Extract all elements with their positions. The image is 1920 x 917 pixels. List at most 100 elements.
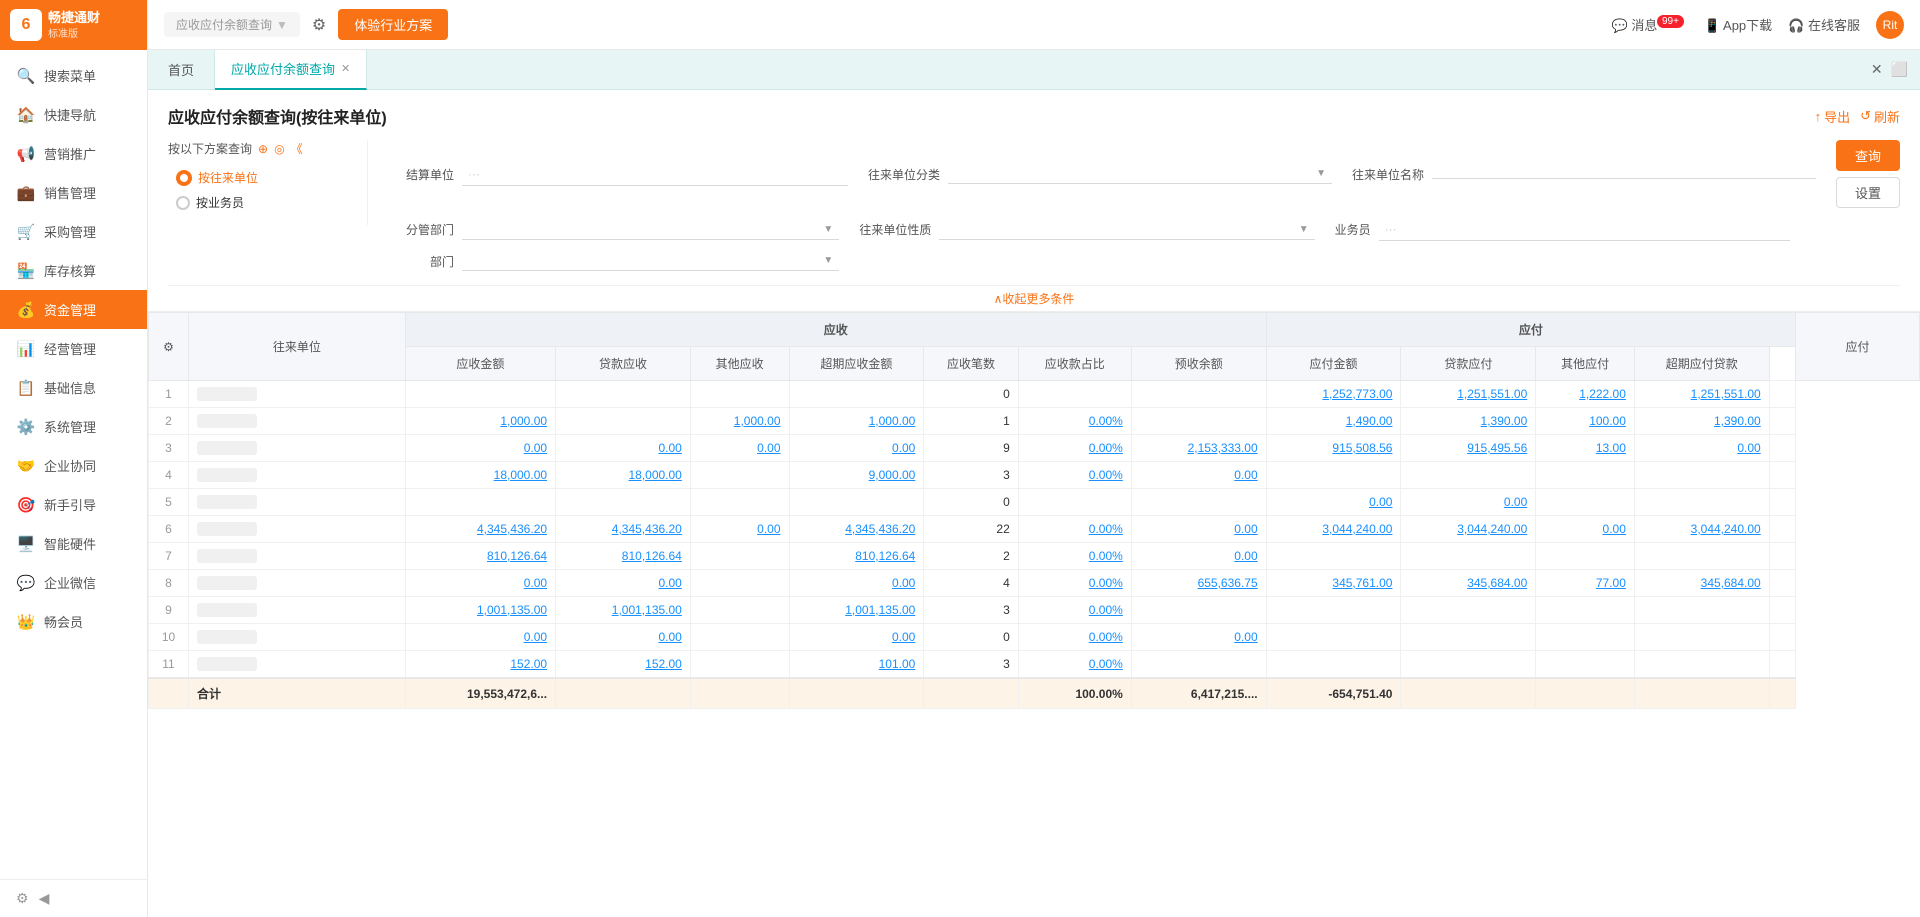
operations-icon: 📊 bbox=[16, 340, 36, 358]
sidebar-menu: 🔍搜索菜单 🏠 快捷导航 📢 营销推广 💼销售管理 🛒 采购管理 🏪库存核算💰资金管理 📊 经营管理… bbox=[0, 50, 147, 879]
sidebar-bottom: ⚙ ◀ bbox=[0, 879, 147, 917]
col-settings[interactable]: ⚙ bbox=[149, 313, 189, 381]
search-menu-icon: 🔍 bbox=[16, 67, 36, 85]
table-container: ⚙ 往来单位 应收 应付 应付 应收金额 贷款应收 其他应收 超期应收金额 应收… bbox=[148, 312, 1920, 917]
solution-button[interactable]: 体验行业方案 bbox=[338, 9, 448, 40]
purchase-icon: 🛒 bbox=[16, 223, 36, 241]
wechat-icon: 💬 bbox=[16, 574, 36, 592]
online-service[interactable]: 🎧 在线客服 bbox=[1788, 15, 1860, 34]
messages-section[interactable]: 💬 消息 99+ bbox=[1612, 15, 1688, 34]
app-download[interactable]: 📱 App下载 bbox=[1704, 15, 1772, 34]
breadcrumb-text: 应收应付余额查询 bbox=[176, 16, 272, 33]
col-ar-ratio: 应收款占比 bbox=[1018, 347, 1131, 381]
tab-close-icon[interactable]: ✕ bbox=[341, 62, 350, 75]
sidebar-item-sales[interactable]: 💼销售管理 bbox=[0, 173, 147, 212]
sidebar-label-guide: 新手引导 bbox=[44, 495, 96, 514]
salesperson-option-icon bbox=[176, 196, 190, 210]
sidebar-label-purchase: 采购管理 bbox=[44, 222, 96, 241]
sidebar-label-marketing: 营销推广 bbox=[44, 144, 96, 163]
query-option-salesperson[interactable]: 按业务员 bbox=[168, 190, 355, 215]
sidebar-item-wechat[interactable]: 💬 企业微信 bbox=[0, 563, 147, 602]
filter-input-ywy[interactable]: ··· bbox=[1379, 218, 1790, 241]
filter-input-bm[interactable]: ▼ bbox=[462, 251, 839, 271]
page-title-row: 应收应付余额查询(按往来单位) ↑ 导出 ↺ 刷新 bbox=[168, 104, 1900, 128]
sidebar-label-member: 畅会员 bbox=[44, 612, 83, 631]
table-row: 2XXXXX1,000.001,000.001,000.0010.00%1,49… bbox=[149, 408, 1920, 435]
sidebar-item-search-menu[interactable]: 🔍搜索菜单 bbox=[0, 56, 147, 95]
col-group-ar: 应收 bbox=[405, 313, 1266, 347]
sidebar-item-basic-info[interactable]: 📋基础信息 bbox=[0, 368, 147, 407]
sidebar-label-operations: 经营管理 bbox=[44, 339, 96, 358]
tabbar: 首页 应收应付余额查询 ✕ ✕ ⬜ bbox=[148, 50, 1920, 90]
filter-input-lwdwmc[interactable] bbox=[1432, 170, 1816, 179]
tab-expand-icon[interactable]: ⬜ bbox=[1891, 61, 1908, 78]
system-icon: ⚙️ bbox=[16, 418, 36, 436]
filter-label-jsdw: 结算单位 bbox=[384, 166, 454, 183]
add-condition-icon[interactable]: ⊕ bbox=[258, 142, 268, 156]
footer-row: 合计 19,553,472,6... 100.00% 6,417,215....… bbox=[149, 678, 1920, 709]
filter-label-lwdwxz: 往来单位性质 bbox=[859, 221, 931, 238]
sidebar-label-quick-nav: 快捷导航 bbox=[44, 105, 96, 124]
tab-ar-ap[interactable]: 应收应付余额查询 ✕ bbox=[215, 50, 367, 90]
sidebar-label-warehouse: 库存核算 bbox=[44, 261, 96, 280]
member-icon: 👑 bbox=[16, 613, 36, 631]
tabbar-controls: ✕ ⬜ bbox=[1871, 61, 1920, 78]
filter-input-lwdwfl[interactable]: ▼ bbox=[948, 164, 1332, 184]
user-avatar[interactable]: Rit bbox=[1876, 11, 1904, 39]
sidebar-item-quick-nav[interactable]: 🏠 快捷导航 bbox=[0, 95, 147, 134]
col-ap-overdue: 超期应付贷款 bbox=[1634, 347, 1769, 381]
sidebar-item-hardware[interactable]: 🖥️智能硬件 bbox=[0, 524, 147, 563]
table-row: 1XXXXX01,252,773.001,251,551.001,222.001… bbox=[149, 381, 1920, 408]
collapse-bar[interactable]: ∧ 收起更多条件 bbox=[168, 285, 1900, 311]
collapse-icon[interactable]: ◀ bbox=[39, 890, 50, 907]
sidebar-item-collab[interactable]: 🤝企业协同 bbox=[0, 446, 147, 485]
messages-badge: 99+ bbox=[1657, 15, 1684, 28]
breadcrumb-arrow: ▼ bbox=[276, 18, 288, 32]
sidebar-item-system[interactable]: ⚙️ 系统管理 bbox=[0, 407, 147, 446]
query-button[interactable]: 查询 bbox=[1836, 140, 1900, 171]
export-button[interactable]: ↑ 导出 bbox=[1815, 107, 1851, 126]
filter-label-bm: 部门 bbox=[384, 253, 454, 270]
condition-settings-icon[interactable]: ◎ bbox=[274, 142, 284, 156]
sidebar-item-guide[interactable]: 🎯 新手引导 bbox=[0, 485, 147, 524]
sidebar-label-wechat: 企业微信 bbox=[44, 573, 96, 592]
quick-nav-icon: 🏠 bbox=[16, 106, 36, 124]
sidebar-item-member[interactable]: 👑 畅会员 bbox=[0, 602, 147, 641]
tab-home[interactable]: 首页 bbox=[148, 50, 215, 90]
table-row: 8XXXXX0.000.000.0040.00%655,636.75345,76… bbox=[149, 570, 1920, 597]
sidebar-item-marketing[interactable]: 📢 营销推广 bbox=[0, 134, 147, 173]
tab-close-window-icon[interactable]: ✕ bbox=[1871, 61, 1883, 78]
collab-icon: 🤝 bbox=[16, 457, 36, 475]
col-ap-other: 其他应付 bbox=[1536, 347, 1635, 381]
col-partner: 往来单位 bbox=[189, 313, 406, 381]
condition-collapse-icon[interactable]: 《 bbox=[291, 140, 303, 157]
col-ar-other: 其他应收 bbox=[690, 347, 789, 381]
topbar-breadcrumb: 应收应付余额查询 ▼ bbox=[164, 12, 300, 37]
refresh-button[interactable]: ↺ 刷新 bbox=[1860, 107, 1900, 126]
settings-button[interactable]: 设置 bbox=[1836, 177, 1900, 208]
gear-icon[interactable]: ⚙ bbox=[312, 15, 326, 35]
topbar-actions: 💬 消息 99+ 📱 App下载 🎧 在线客服 Rit bbox=[1612, 11, 1904, 39]
guide-icon: 🎯 bbox=[16, 496, 36, 514]
partner-option-icon bbox=[176, 170, 192, 186]
col-ar-count: 应收笔数 bbox=[924, 347, 1018, 381]
filter-label-ywy: 业务员 bbox=[1335, 221, 1371, 238]
filter-label-lwdwfl: 往来单位分类 bbox=[868, 166, 940, 183]
sidebar-item-warehouse[interactable]: 🏪库存核算 bbox=[0, 251, 147, 290]
marketing-icon: 📢 bbox=[16, 145, 36, 163]
filter-input-fgbm[interactable]: ▼ bbox=[462, 220, 839, 240]
sidebar-item-finance[interactable]: 💰资金管理 bbox=[0, 290, 147, 329]
table-row: 5XXXXX00.000.00 bbox=[149, 489, 1920, 516]
data-table: ⚙ 往来单位 应收 应付 应付 应收金额 贷款应收 其他应收 超期应收金额 应收… bbox=[148, 312, 1920, 709]
sidebar-item-operations[interactable]: 📊 经营管理 bbox=[0, 329, 147, 368]
filter-input-lwdwxz[interactable]: ▼ bbox=[939, 220, 1314, 240]
filter-input-jsdw[interactable]: ··· bbox=[462, 163, 848, 186]
col-ar-overdue: 超期应收金额 bbox=[789, 347, 924, 381]
query-option-partner[interactable]: 按往来单位 bbox=[168, 165, 355, 190]
sidebar-item-purchase[interactable]: 🛒 采购管理 bbox=[0, 212, 147, 251]
finance-icon: 💰 bbox=[16, 301, 36, 319]
sidebar-label-system: 系统管理 bbox=[44, 417, 96, 436]
col-ar-amount: 应收金额 bbox=[405, 347, 555, 381]
col-ap-loan: 贷款应付 bbox=[1401, 347, 1536, 381]
settings-icon[interactable]: ⚙ bbox=[16, 890, 29, 907]
